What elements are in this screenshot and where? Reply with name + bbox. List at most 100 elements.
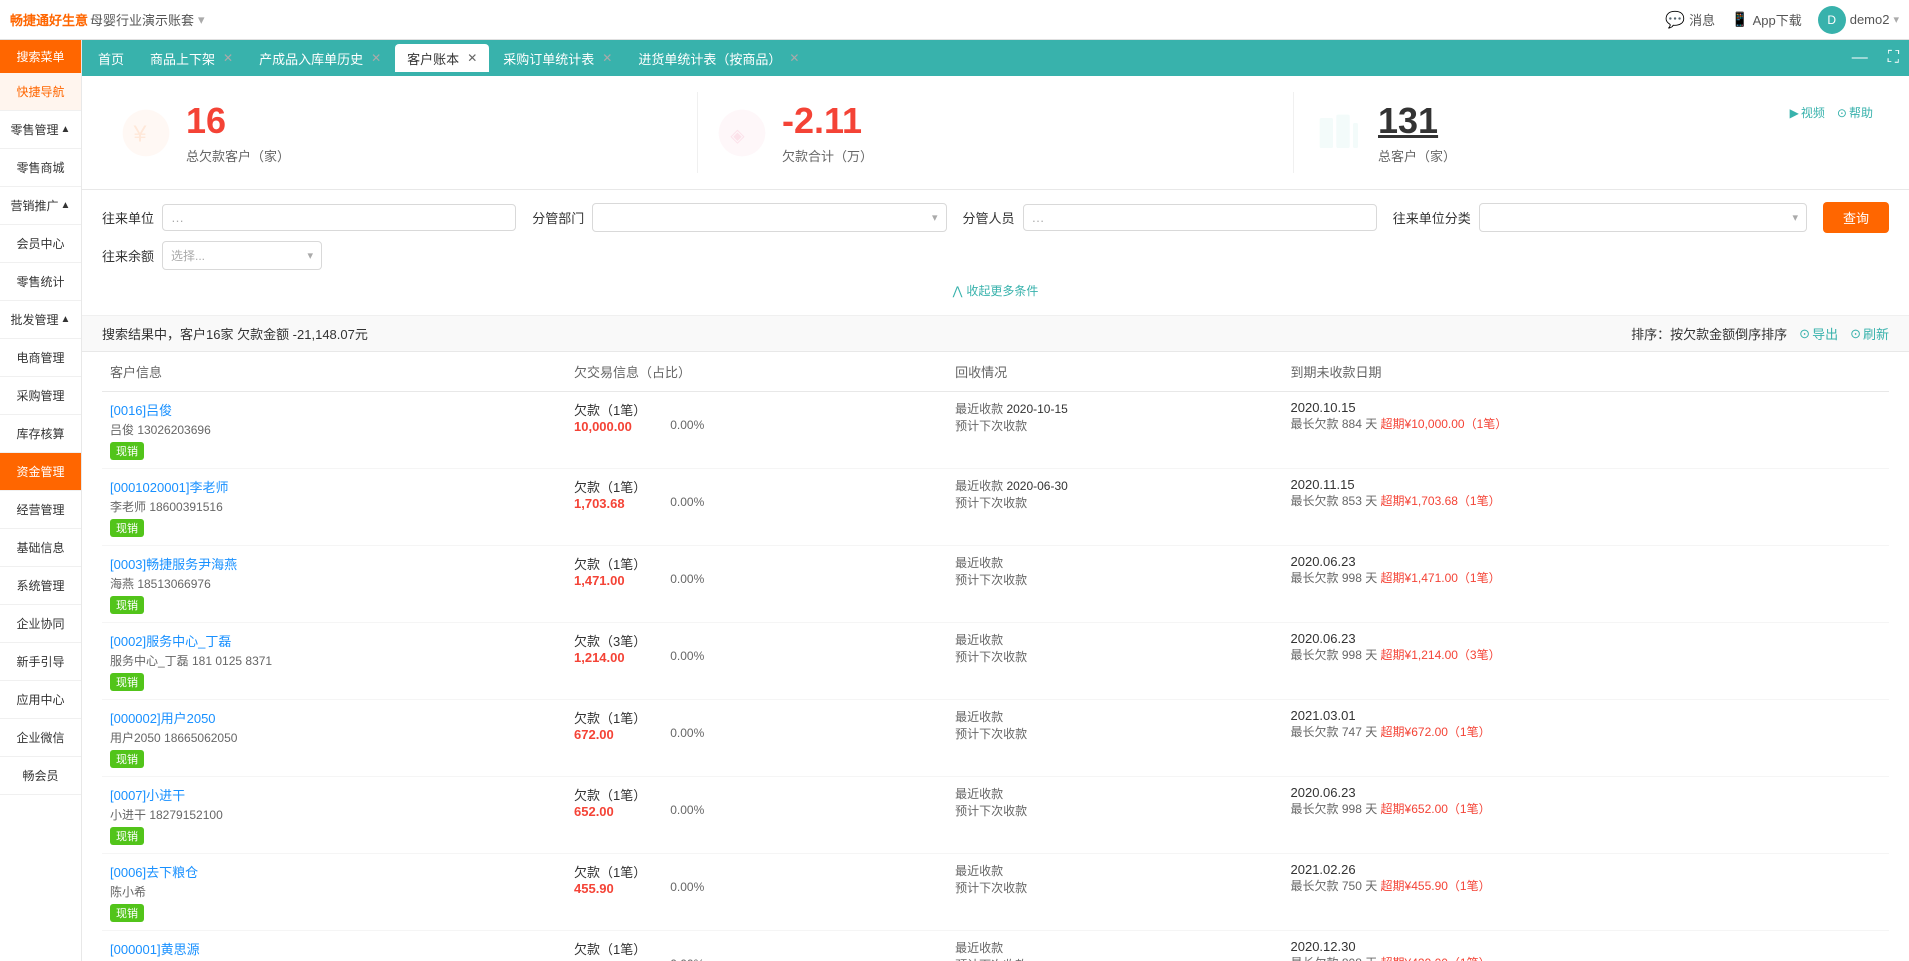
tab-purchase-order[interactable]: 采购订单统计表 ✕ (491, 44, 624, 72)
recent-collect: 最近收款 (955, 785, 1274, 802)
tab-product-off[interactable]: 商品上下架 ✕ (138, 44, 245, 72)
tab-maximize-btn[interactable]: ⛶ (1882, 47, 1905, 69)
result-summary: 搜索结果中，客户16家 欠款金额 -21,148.07元 (102, 324, 368, 343)
export-btn[interactable]: ⊙ 导出 (1799, 324, 1838, 343)
overdue-date: 2020.11.15 (1291, 477, 1881, 492)
help-btn[interactable]: ⊙ 帮助 (1837, 104, 1873, 121)
table-row: [0002]服务中心_丁磊 服务中心_丁磊 181 0125 8371 现销 欠… (102, 623, 1889, 700)
overdue-link[interactable]: 超期¥1,703.68（1笔） (1381, 494, 1501, 508)
sidebar-item-retail-mall[interactable]: 零售商城 (0, 149, 81, 187)
video-btn[interactable]: ▶ 视频 (1790, 104, 1825, 121)
balance-select[interactable]: 选择... ▾ (162, 241, 322, 270)
sidebar-item-ecommerce[interactable]: 电商管理 (0, 339, 81, 377)
customer-name[interactable]: [0003]畅捷服务尹海燕 (110, 554, 558, 573)
debt-amount[interactable]: 652.00 (574, 804, 646, 819)
search-button[interactable]: 查询 (1823, 202, 1889, 233)
sidebar-item-purchase[interactable]: 采购管理 (0, 377, 81, 415)
next-collect: 预计下次收款 (955, 417, 1274, 434)
collapse-btn[interactable]: ⋀ 收起更多条件 (953, 282, 1039, 299)
debt-amount[interactable]: 1,214.00 (574, 650, 646, 665)
sidebar-item-batch-mgmt[interactable]: 批发管理▲ (0, 301, 81, 339)
tab-minimize-btn[interactable]: — (1846, 47, 1874, 69)
customer-name[interactable]: [000001]黄思源 (110, 939, 558, 958)
overdue-link[interactable]: 超期¥1,214.00（3笔） (1381, 648, 1501, 662)
sidebar-item-member-center[interactable]: 会员中心 (0, 225, 81, 263)
customer-name[interactable]: [0006]去下粮仓 (110, 862, 558, 881)
sidebar-item-ops-mgmt[interactable]: 经营管理 (0, 491, 81, 529)
customer-name[interactable]: [000002]用户2050 (110, 708, 558, 727)
sidebar-item-retail-mgmt[interactable]: 零售管理▲ (0, 111, 81, 149)
debt-percent: 0.00% (670, 418, 704, 432)
col-header-customer: 客户信息 (102, 352, 566, 392)
stat-overdue-amount: ◈ -2.11 欠款合计（万） (698, 92, 1294, 173)
customer-name[interactable]: [0007]小进干 (110, 785, 558, 804)
table-row: [0003]畅捷服务尹海燕 海燕 18513066976 现销 欠款（1笔） 1… (102, 546, 1889, 623)
overdue-link[interactable]: 超期¥652.00（1笔） (1381, 802, 1491, 816)
debt-amount[interactable]: 455.90 (574, 881, 646, 896)
overdue-link[interactable]: 超期¥1,471.00（1笔） (1381, 571, 1501, 585)
sidebar-item-app-center[interactable]: 应用中心 (0, 681, 81, 719)
debt-count: 欠款（1笔） (574, 400, 646, 419)
tab-close-product-in[interactable]: ✕ (371, 51, 381, 65)
customer-badge: 现销 (110, 904, 144, 922)
sidebar-item-inventory[interactable]: 库存核算 (0, 415, 81, 453)
customer-badge: 现销 (110, 750, 144, 768)
user-avatar[interactable]: D demo2 ▾ (1818, 6, 1899, 34)
debt-amount[interactable]: 1,703.68 (574, 496, 646, 511)
sort-label[interactable]: 排序：按欠款金额倒序排序 (1631, 324, 1787, 343)
table-row: [0016]吕俊 吕俊 13026203696 现销 欠款（1笔） 10,000… (102, 392, 1889, 469)
data-table: 客户信息 欠交易信息（占比） 回收情况 到期未收款日期 [0016]吕俊 吕俊 … (102, 352, 1889, 961)
message-btn[interactable]: 💬 消息 (1665, 10, 1715, 30)
overdue-link[interactable]: 超期¥10,000.00（1笔） (1381, 417, 1508, 431)
overdue-customers-value: 16 (186, 100, 290, 142)
sidebar-item-retail-stats[interactable]: 零售统计 (0, 263, 81, 301)
org-selector[interactable]: 母婴行业演示账套 ▾ (90, 10, 1665, 29)
customer-sub: 陈小希 (110, 883, 558, 900)
tab-close-customer-account[interactable]: ✕ (467, 51, 477, 65)
help-icon: ⊙ (1837, 106, 1847, 120)
tab-close-product-off[interactable]: ✕ (223, 51, 233, 65)
table-row: [000002]用户2050 用户2050 18665062050 现销 欠款（… (102, 700, 1889, 777)
person-input[interactable]: … (1023, 204, 1377, 231)
sidebar-item-enterprise-wechat[interactable]: 企业微信 (0, 719, 81, 757)
sidebar-item-basic-info[interactable]: 基础信息 (0, 529, 81, 567)
tab-home[interactable]: 首页 (86, 44, 136, 72)
total-customers-value: 131 (1378, 100, 1456, 142)
sidebar-search[interactable]: 搜索菜单 (0, 40, 81, 73)
overdue-link[interactable]: 超期¥672.00（1笔） (1381, 725, 1491, 739)
customer-name[interactable]: [0002]服务中心_丁磊 (110, 631, 558, 650)
tab-close-purchase-summary[interactable]: ✕ (789, 51, 799, 65)
tab-product-in[interactable]: 产成品入库单历史 ✕ (247, 44, 393, 72)
debt-amount[interactable]: 672.00 (574, 727, 646, 742)
overdue-info: 最长欠款 998 天 超期¥652.00（1笔） (1291, 800, 1881, 817)
sidebar-item-quick-nav[interactable]: 零售管理 快捷导航 (0, 73, 81, 111)
overdue-info: 最长欠款 884 天 超期¥10,000.00（1笔） (1291, 415, 1881, 432)
app-download-btn[interactable]: 📱 App下载 (1731, 10, 1802, 29)
refresh-btn[interactable]: ⊙ 刷新 (1850, 324, 1889, 343)
customer-name[interactable]: [0001020001]李老师 (110, 477, 558, 496)
customer-name[interactable]: [0016]吕俊 (110, 400, 558, 419)
source-unit-label: 往来单位 (102, 208, 154, 227)
sidebar-item-sys-mgmt[interactable]: 系统管理 (0, 567, 81, 605)
sidebar-item-newbie[interactable]: 新手引导 (0, 643, 81, 681)
overdue-link[interactable]: 超期¥429.00（1笔） (1381, 956, 1491, 961)
debt-amount[interactable]: 10,000.00 (574, 419, 646, 434)
sidebar-item-marketing[interactable]: 营销推广▲ (0, 187, 81, 225)
debt-percent: 0.00% (670, 726, 704, 740)
debt-amount[interactable]: 1,471.00 (574, 573, 646, 588)
source-unit-input[interactable]: … (162, 204, 516, 231)
dept-select[interactable]: ▾ (592, 203, 946, 232)
customer-badge: 现销 (110, 442, 144, 460)
table-row: [0007]小进干 小进干 18279152100 现销 欠款（1笔） 652.… (102, 777, 1889, 854)
sidebar-item-vip-member[interactable]: 畅会员 (0, 757, 81, 795)
tab-close-purchase-order[interactable]: ✕ (602, 51, 612, 65)
sidebar-item-enterprise-collab[interactable]: 企业协同 (0, 605, 81, 643)
recent-collect: 最近收款 (955, 554, 1274, 571)
overdue-link[interactable]: 超期¥455.90（1笔） (1381, 879, 1491, 893)
sidebar-item-finance[interactable]: 资金管理 (0, 453, 81, 491)
tab-customer-account[interactable]: 客户账本 ✕ (395, 44, 489, 72)
debt-percent: 0.00% (670, 957, 704, 961)
overdue-date: 2020.06.23 (1291, 554, 1881, 569)
tab-purchase-summary[interactable]: 进货单统计表（按商品） ✕ (626, 44, 811, 72)
source-category-select[interactable]: ▾ (1479, 203, 1807, 232)
